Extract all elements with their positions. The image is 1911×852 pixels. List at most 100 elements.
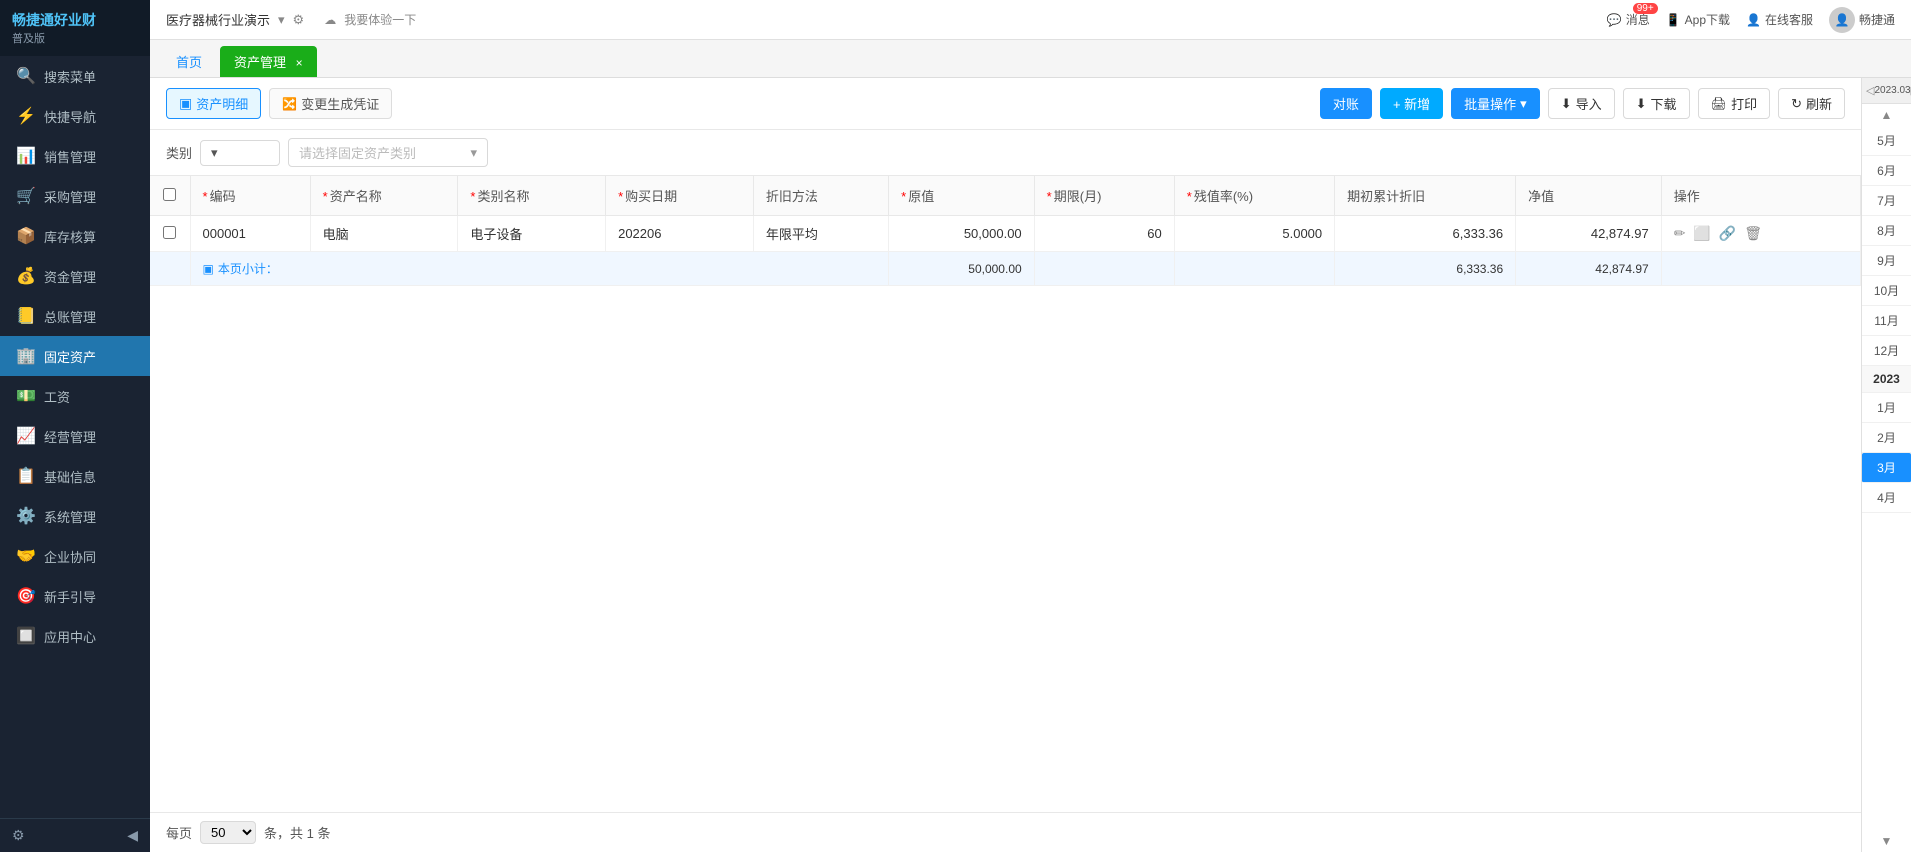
- collapse-icon[interactable]: ◀: [127, 827, 138, 844]
- sidebar-label-guide: 新手引导: [44, 587, 96, 606]
- month-list: 5月6月7月8月9月10月11月12月20231月2月3月4月: [1862, 126, 1911, 830]
- month-item[interactable]: 4月: [1862, 483, 1911, 513]
- sidebar-item-quicknav[interactable]: ⚡ 快捷导航: [0, 96, 150, 136]
- delete-icon[interactable]: 🗑: [1744, 225, 1762, 242]
- filter-bar: 类别 ▾ 请选择固定资产类别 ▾: [150, 130, 1861, 176]
- import-btn[interactable]: ⬇ 导入: [1548, 88, 1615, 119]
- select-all-checkbox[interactable]: [163, 188, 176, 201]
- header-residual-rate: *残值率(%): [1174, 176, 1334, 216]
- copy-icon[interactable]: ⬜: [1693, 225, 1710, 242]
- month-item[interactable]: 8月: [1862, 216, 1911, 246]
- sidebar-icon-quicknav: ⚡: [16, 106, 36, 126]
- category-placeholder: 请选择固定资产类别: [299, 143, 416, 162]
- sidebar-item-inventory[interactable]: 📦 库存核算: [0, 216, 150, 256]
- company-dropdown-icon[interactable]: ▾: [278, 12, 285, 28]
- sidebar-icon-inventory: 📦: [16, 226, 36, 246]
- tab-asset-detail[interactable]: ▣ 资产明细: [166, 88, 261, 119]
- tab-close-icon[interactable]: ×: [296, 56, 303, 70]
- expand-left-icon[interactable]: ◁: [1866, 84, 1874, 97]
- sidebar-item-payroll[interactable]: 💵 工资: [0, 376, 150, 416]
- new-btn[interactable]: + 新增: [1380, 88, 1443, 119]
- sidebar-icon-funds: 💰: [16, 266, 36, 286]
- cell-category: 电子设备: [458, 216, 606, 252]
- user-menu[interactable]: 👤 畅捷通: [1829, 7, 1895, 33]
- sidebar: 畅捷通好业财 普及版 🔍 搜索菜单 ⚡ 快捷导航 📊 销售管理 🛒 采购管理 📦…: [0, 0, 150, 852]
- tab-change-voucher[interactable]: 🔀 变更生成凭证: [269, 88, 392, 119]
- tab-home[interactable]: 首页: [162, 46, 216, 77]
- app-logo: 畅捷通好业财 普及版: [0, 0, 150, 56]
- sidebar-icon-sales: 📊: [16, 146, 36, 166]
- cell-actions: ✏ ⬜ 🔗 🗑: [1661, 216, 1860, 252]
- batch-ops-btn[interactable]: 批量操作 ▾: [1451, 88, 1540, 119]
- subtotal-label-cell: ▣本页小计：: [190, 252, 889, 286]
- asset-detail-icon: ▣: [179, 95, 192, 112]
- category-dropdown[interactable]: 请选择固定资产类别 ▾: [288, 138, 488, 167]
- month-item[interactable]: 11月: [1862, 306, 1911, 336]
- cell-residual-rate: 5.0000: [1174, 216, 1334, 252]
- settings-icon[interactable]: ⚙: [293, 12, 305, 28]
- month-item[interactable]: 12月: [1862, 336, 1911, 366]
- subtotal-actions: [1661, 252, 1860, 286]
- header-category: *类别名称: [458, 176, 606, 216]
- sidebar-item-basic_info[interactable]: 📋 基础信息: [0, 456, 150, 496]
- service-icon: 👤: [1746, 13, 1761, 27]
- refresh-label: 刷新: [1806, 94, 1832, 113]
- sidebar-item-apps[interactable]: 🔲 应用中心: [0, 616, 150, 656]
- cell-name: 电脑: [310, 216, 458, 252]
- month-item[interactable]: 3月: [1862, 453, 1911, 483]
- scroll-down-icon[interactable]: ▼: [1881, 834, 1893, 848]
- app-subtitle: 普及版: [12, 30, 45, 46]
- sidebar-icon-operations: 📈: [16, 426, 36, 446]
- dropdown-arrow-icon: ▾: [470, 145, 477, 161]
- cell-accumulated-depreciation: 6,333.36: [1335, 216, 1516, 252]
- sidebar-item-operations[interactable]: 📈 经营管理: [0, 416, 150, 456]
- scroll-up-icon[interactable]: ▲: [1881, 108, 1893, 122]
- tab-assets[interactable]: 资产管理 ×: [220, 46, 317, 77]
- header-name: *资产名称: [310, 176, 458, 216]
- sidebar-icon-fixed_assets: 🏢: [16, 346, 36, 366]
- month-item[interactable]: 7月: [1862, 186, 1911, 216]
- subtotal-original-value: 50,000.00: [889, 252, 1035, 286]
- download-icon: ⬇: [1636, 96, 1647, 112]
- sidebar-label-basic_info: 基础信息: [44, 467, 96, 486]
- sidebar-item-guide[interactable]: 🎯 新手引导: [0, 576, 150, 616]
- sidebar-item-sales[interactable]: 📊 销售管理: [0, 136, 150, 176]
- notifications-btn[interactable]: 💬 消息 99+: [1607, 11, 1650, 28]
- new-label: + 新增: [1393, 94, 1430, 113]
- sidebar-item-funds[interactable]: 💰 资金管理: [0, 256, 150, 296]
- settings-icon[interactable]: ⚙: [12, 827, 25, 844]
- category-select[interactable]: ▾: [200, 140, 280, 166]
- header-purchase-date: *购买日期: [606, 176, 754, 216]
- sidebar-item-purchase[interactable]: 🛒 采购管理: [0, 176, 150, 216]
- row-checkbox-0[interactable]: [163, 226, 176, 239]
- notification-badge: 99+: [1633, 3, 1658, 14]
- sidebar-icon-guide: 🎯: [16, 586, 36, 606]
- per-page-select[interactable]: 50 100: [200, 821, 256, 844]
- right-panel: ◁ 2023.03 ▷ ▲ 5月6月7月8月9月10月11月12月20231月2…: [1861, 78, 1911, 852]
- subtotal-label-text: 本页小计：: [218, 260, 278, 277]
- sidebar-item-system[interactable]: ⚙️ 系统管理: [0, 496, 150, 536]
- print-btn[interactable]: 🖨 打印: [1698, 88, 1771, 119]
- sidebar-item-cooperation[interactable]: 🤝 企业协同: [0, 536, 150, 576]
- app-download-btn[interactable]: 📱 App下载: [1666, 11, 1730, 28]
- download-btn[interactable]: ⬇ 下载: [1623, 88, 1690, 119]
- month-item[interactable]: 1月: [1862, 393, 1911, 423]
- sidebar-item-fixed_assets[interactable]: 🏢 固定资产: [0, 336, 150, 376]
- month-item[interactable]: 9月: [1862, 246, 1911, 276]
- refresh-btn[interactable]: ↻ 刷新: [1778, 88, 1845, 119]
- sidebar-label-apps: 应用中心: [44, 627, 96, 646]
- online-service-btn[interactable]: 👤 在线客服: [1746, 11, 1813, 28]
- cell-original-value: 50,000.00: [889, 216, 1035, 252]
- month-item[interactable]: 2月: [1862, 423, 1911, 453]
- month-item[interactable]: 6月: [1862, 156, 1911, 186]
- experience-btn[interactable]: 我要体验一下: [344, 11, 416, 28]
- sidebar-item-ledger[interactable]: 📒 总账管理: [0, 296, 150, 336]
- download-icon: 📱: [1666, 13, 1681, 27]
- month-item[interactable]: 5月: [1862, 126, 1911, 156]
- sidebar-item-search[interactable]: 🔍 搜索菜单: [0, 56, 150, 96]
- link-icon[interactable]: 🔗: [1719, 225, 1736, 242]
- edit-icon[interactable]: ✏: [1674, 225, 1686, 242]
- avatar: 👤: [1829, 7, 1855, 33]
- reconcile-btn[interactable]: 对账: [1320, 88, 1372, 119]
- month-item[interactable]: 10月: [1862, 276, 1911, 306]
